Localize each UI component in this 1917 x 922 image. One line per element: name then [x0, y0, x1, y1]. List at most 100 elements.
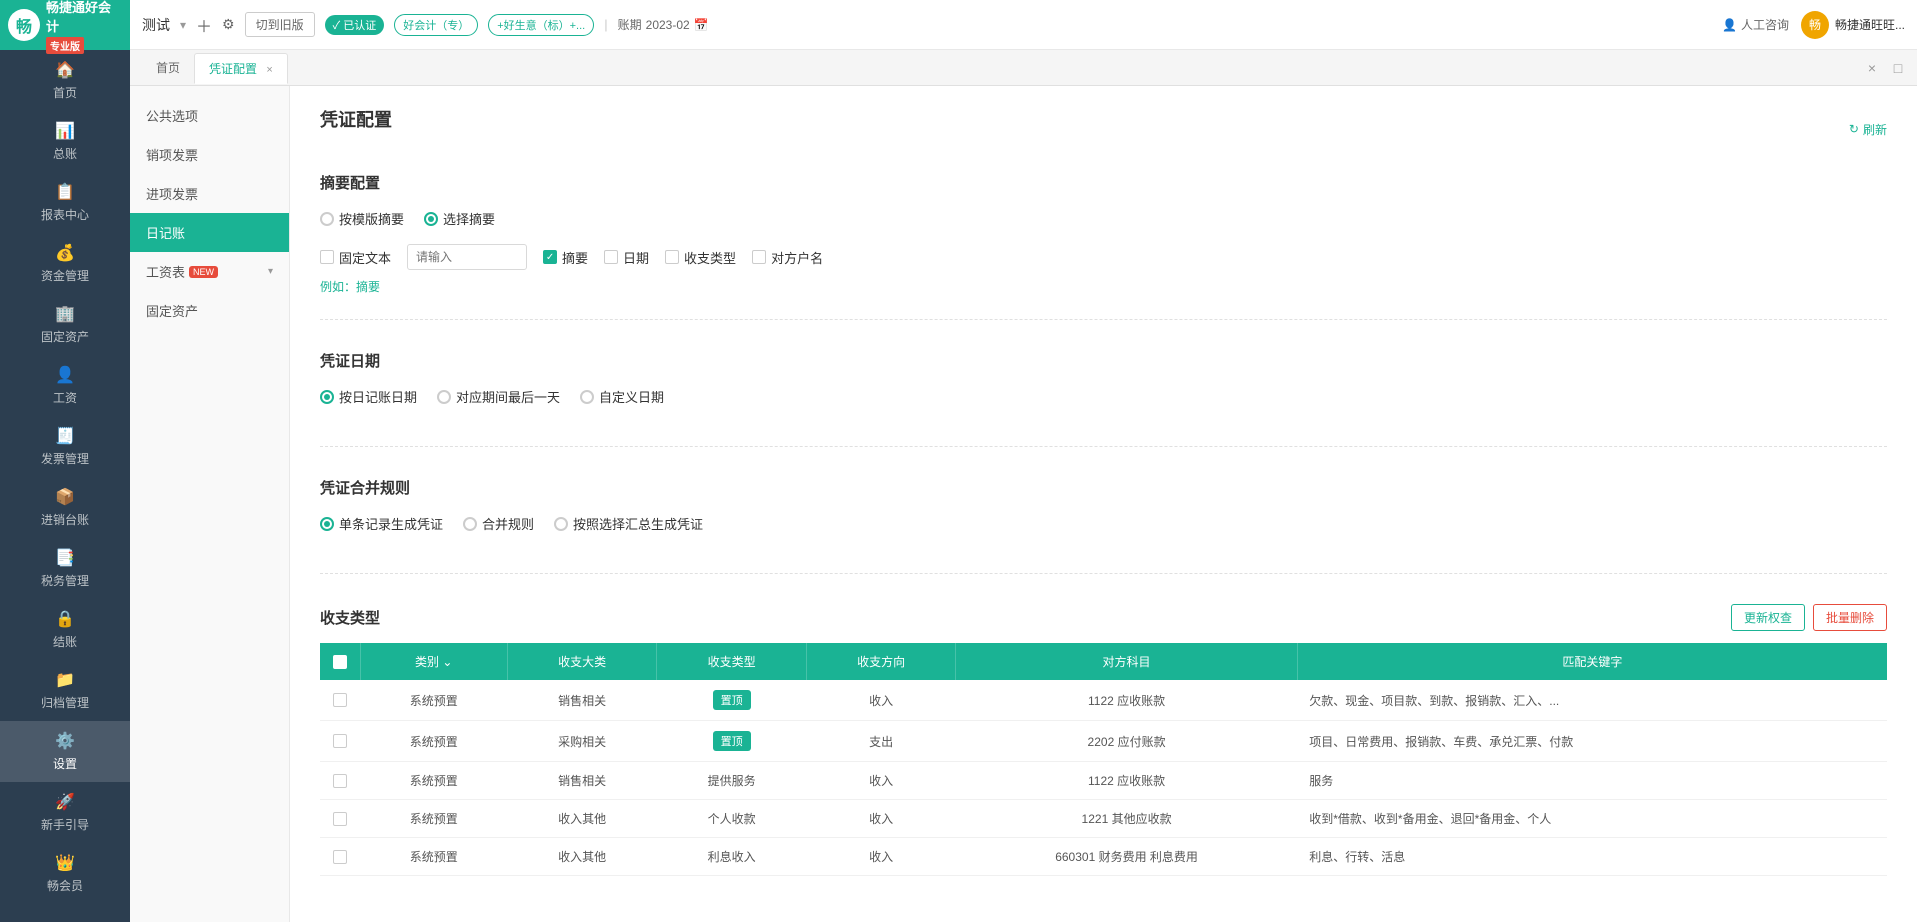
window-close-button[interactable]: × — [1861, 57, 1883, 79]
main-content: 凭证配置 ↻ 刷新 摘要配置 按模版摘要 选择摘要 — [290, 86, 1917, 922]
sidebar-item-报表中心[interactable]: 📋 报表中心 — [0, 172, 130, 233]
refresh-button[interactable]: ↻ 刷新 — [1849, 121, 1887, 138]
radio-journal-date[interactable]: 按日记账日期 — [320, 387, 417, 406]
tab-close-icon[interactable]: × — [266, 64, 272, 76]
checkbox-income-label: 收支类型 — [684, 248, 736, 267]
checkbox-summary[interactable]: ✓ 摘要 — [543, 248, 588, 267]
menu-item-1[interactable]: 销项发票 — [130, 135, 289, 174]
sidebar-nav: 🏠 首页 📊 总账 📋 报表中心 💰 资金管理 🏢 固定资产 👤 工资 🧾 发票… — [0, 50, 130, 904]
cell-keywords-4: 利息、行转、活息 — [1297, 838, 1887, 876]
row-checkbox-2[interactable] — [333, 774, 347, 788]
sidebar-item-结账[interactable]: 🔒 结账 — [0, 599, 130, 660]
table-body: 系统预置 销售相关 置顶 收入 1122 应收账款 欠款、现金、项目款、到款、报… — [320, 680, 1887, 876]
sidebar-item-发票管理[interactable]: 🧾 发票管理 — [0, 416, 130, 477]
sidebar-item-总账[interactable]: 📊 总账 — [0, 111, 130, 172]
menu-item-5[interactable]: 固定资产 — [130, 291, 289, 330]
table-header-checkbox — [320, 643, 360, 680]
checkbox-counterparty[interactable]: 对方户名 — [752, 248, 823, 267]
cell-sub-type-4: 利息收入 — [657, 838, 806, 876]
checkbox-income-box — [665, 250, 679, 264]
cell-account-0: 1122 应收账款 — [956, 680, 1297, 721]
cell-keywords-3: 收到*借款、收到*备用金、退回*备用金、个人 — [1297, 800, 1887, 838]
sidebar-item-新手引导[interactable]: 🚀 新手引导 — [0, 782, 130, 843]
table-header-category: 类别 ⌄ — [360, 643, 507, 680]
new-badge-4: NEW — [189, 266, 218, 278]
radio-period-last[interactable]: 对应期间最后一天 — [437, 387, 560, 406]
cell-keywords-2: 服务 — [1297, 762, 1887, 800]
radio-single-circle — [320, 517, 334, 531]
menu-item-2[interactable]: 进项发票 — [130, 174, 289, 213]
radio-template-summary[interactable]: 按模版摘要 — [320, 209, 404, 228]
menu-item-3[interactable]: 日记账 — [130, 213, 289, 252]
sidebar-item-首页[interactable]: 🏠 首页 — [0, 50, 130, 111]
sidebar-label-10: 归档管理 — [41, 694, 89, 711]
checkbox-fixed-box — [320, 250, 334, 264]
window-maximize-button[interactable]: □ — [1887, 57, 1909, 79]
radio-template-label: 按模版摘要 — [339, 209, 404, 228]
radio-select-summary[interactable]: 选择摘要 — [424, 209, 495, 228]
sidebar-item-进销台账[interactable]: 📦 进销台账 — [0, 477, 130, 538]
batch-delete-button[interactable]: 批量删除 — [1813, 604, 1887, 631]
update-button[interactable]: 更新权查 — [1731, 604, 1805, 631]
radio-summary-generate[interactable]: 按照选择汇总生成凭证 — [554, 514, 703, 533]
sidebar-item-税务管理[interactable]: 📑 税务管理 — [0, 538, 130, 599]
radio-merge-label: 合并规则 — [482, 514, 534, 533]
table-header-direction: 收支方向 — [806, 643, 955, 680]
sidebar-item-固定资产[interactable]: 🏢 固定资产 — [0, 294, 130, 355]
cell-sub-type-3: 个人收款 — [657, 800, 806, 838]
topbar-old-version-button[interactable]: 切到旧版 — [245, 12, 315, 37]
sidebar-icon-13: 👑 — [55, 853, 75, 873]
calendar-icon[interactable]: 📅 — [694, 18, 709, 32]
table-header-main-type: 收支大类 — [507, 643, 656, 680]
checkbox-date[interactable]: 日期 — [604, 248, 649, 267]
sidebar-label-1: 总账 — [53, 145, 77, 162]
sidebar-item-畅会员[interactable]: 👑 畅会员 — [0, 843, 130, 904]
tab-voucher-config[interactable]: 凭证配置 × — [194, 53, 288, 84]
radio-custom-date[interactable]: 自定义日期 — [580, 387, 664, 406]
sidebar-item-资金管理[interactable]: 💰 资金管理 — [0, 233, 130, 294]
cell-direction-3: 收入 — [806, 800, 955, 838]
menu-item-0[interactable]: 公共选项 — [130, 96, 289, 135]
service-button[interactable]: 👤 人工咨询 — [1722, 16, 1789, 33]
sidebar-label-12: 新手引导 — [41, 816, 89, 833]
voucher-date-title: 凭证日期 — [320, 350, 1887, 371]
topbar-dropdown-icon[interactable]: ▾ — [180, 18, 186, 32]
cell-account-3: 1221 其他应收款 — [956, 800, 1297, 838]
sidebar-item-归档管理[interactable]: 📁 归档管理 — [0, 660, 130, 721]
tab-home[interactable]: 首页 — [142, 53, 194, 82]
menu-label-0: 公共选项 — [146, 106, 198, 125]
top-tag-button-1[interactable]: 置顶 — [713, 731, 751, 751]
sidebar-item-工资[interactable]: 👤 工资 — [0, 355, 130, 416]
row-checkbox-1[interactable] — [333, 734, 347, 748]
row-checkbox-cell-2 — [320, 762, 360, 800]
fixed-text-input[interactable] — [407, 244, 527, 270]
sidebar-item-设置[interactable]: ⚙️ 设置 — [0, 721, 130, 782]
sidebar-label-13: 畅会员 — [47, 877, 83, 894]
row-checkbox-0[interactable] — [333, 693, 347, 707]
summary-config-section: 摘要配置 按模版摘要 选择摘要 固定文本 — [320, 172, 1887, 320]
radio-single-record[interactable]: 单条记录生成凭证 — [320, 514, 443, 533]
checkbox-counterparty-box — [752, 250, 766, 264]
cell-category-1: 系统预置 — [360, 721, 507, 762]
menu-label-2: 进项发票 — [146, 184, 198, 203]
topbar-add-icon[interactable]: ＋ — [196, 13, 212, 37]
revenue-table: 类别 ⌄ 收支大类 收支类型 收支方向 对方科目 匹配关键字 系统预置 销售相关… — [320, 643, 1887, 876]
header-checkbox[interactable] — [333, 655, 347, 669]
row-checkbox-cell-0 — [320, 680, 360, 721]
menu-item-4[interactable]: 工资表NEW▾ — [130, 252, 289, 291]
merge-rules-section: 凭证合并规则 单条记录生成凭证 合并规则 按照选择汇总生成凭证 — [320, 477, 1887, 574]
row-checkbox-4[interactable] — [333, 850, 347, 864]
sidebar-label-4: 固定资产 — [41, 328, 89, 345]
row-checkbox-3[interactable] — [333, 812, 347, 826]
top-tag-button-0[interactable]: 置顶 — [713, 690, 751, 710]
radio-summary-label: 按照选择汇总生成凭证 — [573, 514, 703, 533]
radio-merge-rule[interactable]: 合并规则 — [463, 514, 534, 533]
topbar-settings-icon[interactable]: ⚙ — [222, 16, 235, 33]
menu-label-3: 日记账 — [146, 223, 185, 242]
checkbox-fixed-text[interactable]: 固定文本 — [320, 248, 391, 267]
cell-category-0: 系统预置 — [360, 680, 507, 721]
checkbox-income-type[interactable]: 收支类型 — [665, 248, 736, 267]
revenue-type-section: 收支类型 更新权查 批量删除 类别 ⌄ 收支大类 — [320, 604, 1887, 876]
cell-main-type-3: 收入其他 — [507, 800, 656, 838]
page-title: 凭证配置 — [320, 106, 392, 132]
